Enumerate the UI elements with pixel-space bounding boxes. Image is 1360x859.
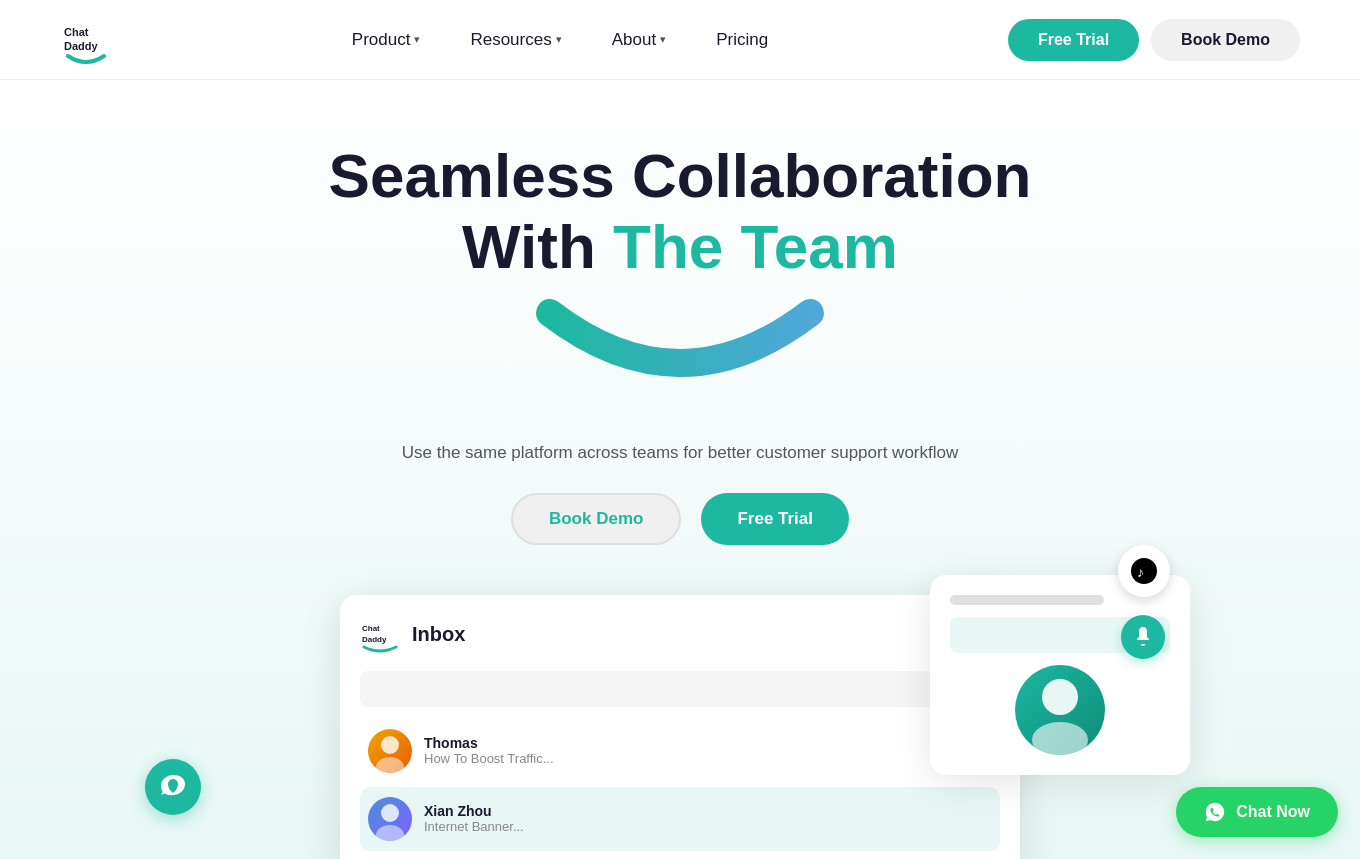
contact-preview: How To Boost Traffic... xyxy=(424,751,554,766)
hero-subtitle: Use the same platform across teams for b… xyxy=(402,443,958,463)
nav-pricing[interactable]: Pricing xyxy=(696,22,788,58)
navbar: Chat Daddy Product ▾ Resources ▾ About ▾… xyxy=(0,0,1360,80)
tiktok-icon: ♪ xyxy=(1118,545,1170,597)
hero-section: Seamless Collaboration With The Team Use… xyxy=(0,80,1360,859)
panel-avatar xyxy=(1015,665,1105,755)
hero-free-trial-button[interactable]: Free Trial xyxy=(701,493,849,545)
nav-free-trial-button[interactable]: Free Trial xyxy=(1008,19,1139,61)
svg-point-10 xyxy=(1042,679,1078,715)
nav-product[interactable]: Product ▾ xyxy=(332,22,441,58)
svg-point-7 xyxy=(376,825,404,841)
nav-actions: Free Trial Book Demo xyxy=(1008,19,1300,61)
logo[interactable]: Chat Daddy xyxy=(60,14,112,66)
right-panel: ♪ xyxy=(930,575,1190,775)
contact-name: Xian Zhou xyxy=(424,803,524,819)
inbox-header: Chat Daddy Inbox xyxy=(360,615,1000,655)
contact-name: Thomas xyxy=(424,735,554,751)
inbox-title: Inbox xyxy=(412,623,465,646)
product-chevron-icon: ▾ xyxy=(414,33,420,46)
list-item[interactable]: Thomas How To Boost Traffic... xyxy=(360,719,1000,783)
svg-text:♪: ♪ xyxy=(1137,564,1144,580)
svg-point-6 xyxy=(381,804,399,822)
smile-graphic xyxy=(530,293,830,413)
svg-point-11 xyxy=(1032,722,1088,755)
floating-notification-icon xyxy=(1121,615,1165,659)
panel-bar-1 xyxy=(950,595,1104,605)
svg-rect-8 xyxy=(1131,558,1157,584)
nav-about[interactable]: About ▾ xyxy=(592,22,686,58)
svg-point-4 xyxy=(381,736,399,754)
nav-links: Product ▾ Resources ▾ About ▾ Pricing xyxy=(332,22,788,58)
floating-chat-icon[interactable] xyxy=(145,759,201,815)
svg-text:Daddy: Daddy xyxy=(362,635,387,644)
avatar xyxy=(368,797,412,841)
about-chevron-icon: ▾ xyxy=(660,33,666,46)
svg-text:Daddy: Daddy xyxy=(64,40,99,52)
list-item[interactable]: Xian Zhou Internet Banner... xyxy=(360,787,1000,851)
avatar xyxy=(368,729,412,773)
dashboard-preview: Chat Daddy Inbox Thomas How To Boost Tra… xyxy=(0,595,1360,859)
inbox-card: Chat Daddy Inbox Thomas How To Boost Tra… xyxy=(340,595,1020,859)
contact-preview: Internet Banner... xyxy=(424,819,524,834)
svg-point-5 xyxy=(376,757,404,773)
whatsapp-icon xyxy=(1204,801,1226,823)
nav-resources[interactable]: Resources ▾ xyxy=(450,22,581,58)
svg-text:Chat: Chat xyxy=(362,624,380,633)
inbox-logo-icon: Chat Daddy xyxy=(360,615,400,655)
chat-now-button[interactable]: Chat Now xyxy=(1176,787,1338,837)
hero-book-demo-button[interactable]: Book Demo xyxy=(511,493,681,545)
hero-title: Seamless Collaboration With The Team xyxy=(329,140,1032,283)
resources-chevron-icon: ▾ xyxy=(556,33,562,46)
inbox-search[interactable] xyxy=(360,671,1000,707)
nav-book-demo-button[interactable]: Book Demo xyxy=(1151,19,1300,61)
chat-now-label: Chat Now xyxy=(1236,803,1310,821)
svg-text:Chat: Chat xyxy=(64,26,89,38)
hero-cta-buttons: Book Demo Free Trial xyxy=(511,493,849,545)
